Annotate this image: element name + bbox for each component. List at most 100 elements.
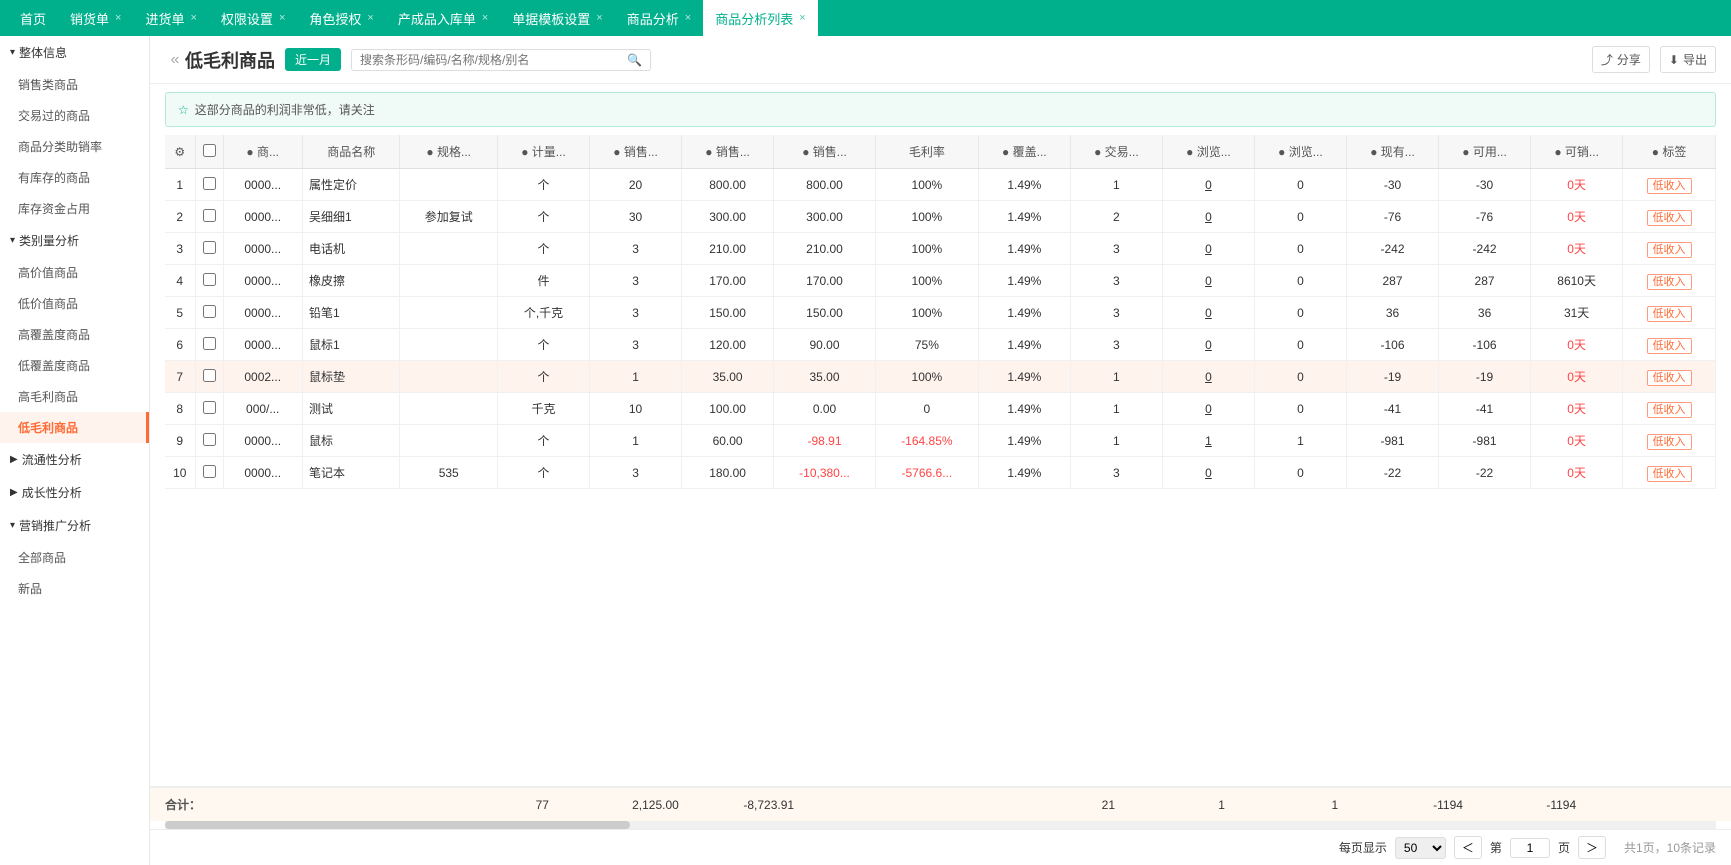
sidebar-item-sales-products[interactable]: 销售类商品 (0, 69, 149, 100)
search-input[interactable] (360, 53, 627, 67)
sidebar-item-low-value[interactable]: 低价值商品 (0, 288, 149, 319)
sidebar-item-category-rate[interactable]: 商品分类助销率 (0, 131, 149, 162)
sidebar-item-new-products[interactable]: 新品 (0, 573, 149, 604)
col-available[interactable]: ● 可用... (1439, 135, 1531, 169)
cell-price: 170.00 (682, 265, 774, 297)
scrollbar-thumb[interactable] (165, 821, 630, 829)
cell-trade[interactable]: 0 (1162, 169, 1254, 201)
nav-template-settings[interactable]: 单据模板设置 × (500, 0, 614, 36)
sidebar-group-category[interactable]: ▾ 类别量分析 (0, 224, 149, 257)
sidebar-item-high-coverage[interactable]: 高覆盖度商品 (0, 319, 149, 350)
row-checkbox[interactable] (203, 369, 216, 382)
nav-purchase-order[interactable]: 进货单 × (133, 0, 208, 36)
nav-permissions[interactable]: 权限设置 × (209, 0, 297, 36)
col-unit[interactable]: ● 计量... (497, 135, 589, 169)
cell-checkbox[interactable] (195, 169, 223, 201)
nav-product-entry[interactable]: 产成品入库单 × (386, 0, 500, 36)
row-checkbox[interactable] (203, 305, 216, 318)
cell-trade[interactable]: 0 (1162, 233, 1254, 265)
cell-sellable: 31天 (1531, 297, 1623, 329)
col-tag[interactable]: ● 标签 (1623, 135, 1716, 169)
col-sales[interactable]: ● 销售... (774, 135, 876, 169)
nav-sales-order[interactable]: 销货单 × (58, 0, 133, 36)
col-coverage[interactable]: ● 覆盖... (978, 135, 1070, 169)
col-settings[interactable]: ⚙ (165, 135, 195, 169)
col-price[interactable]: ● 销售... (682, 135, 774, 169)
col-spec[interactable]: ● 规格... (400, 135, 498, 169)
nav-home[interactable]: 首页 (8, 0, 58, 36)
nav-product-analysis-list-close[interactable]: × (799, 12, 805, 24)
horizontal-scrollbar[interactable] (165, 821, 1716, 829)
nav-product-analysis-list[interactable]: 商品分析列表 × (703, 0, 817, 36)
per-page-select[interactable]: 50 20 100 (1395, 837, 1446, 859)
nav-product-entry-close[interactable]: × (482, 12, 488, 24)
cell-checkbox[interactable] (195, 393, 223, 425)
prev-page-btn[interactable]: ＜ (1454, 836, 1482, 859)
cell-trade[interactable]: 0 (1162, 457, 1254, 489)
cell-checkbox[interactable] (195, 265, 223, 297)
sidebar-item-capital-usage[interactable]: 库存资金占用 (0, 193, 149, 224)
cell-checkbox[interactable] (195, 457, 223, 489)
nav-permissions-close[interactable]: × (279, 12, 285, 24)
cell-checkbox[interactable] (195, 297, 223, 329)
nav-role-auth-close[interactable]: × (367, 12, 373, 24)
cell-trade[interactable]: 1 (1162, 425, 1254, 457)
share-button[interactable]: ⤴ 分享 (1592, 46, 1650, 73)
sidebar-item-low-coverage[interactable]: 低覆盖度商品 (0, 350, 149, 381)
sidebar-group-growth[interactable]: ▶ 成长性分析 (0, 476, 149, 509)
col-code[interactable]: ● 商... (223, 135, 302, 169)
nav-product-analysis-close[interactable]: × (685, 12, 691, 24)
nav-sales-order-close[interactable]: × (115, 12, 121, 24)
nav-product-analysis[interactable]: 商品分析 × (615, 0, 703, 36)
sidebar-group-marketing[interactable]: ▾ 营销推广分析 (0, 509, 149, 542)
col-trade[interactable]: ● 交易... (1070, 135, 1162, 169)
col-browse2[interactable]: ● 浏览... (1254, 135, 1346, 169)
row-checkbox[interactable] (203, 401, 216, 414)
cell-trade[interactable]: 0 (1162, 201, 1254, 233)
row-checkbox[interactable] (203, 337, 216, 350)
row-checkbox[interactable] (203, 465, 216, 478)
cell-trade[interactable]: 0 (1162, 297, 1254, 329)
page-number-input[interactable] (1510, 838, 1550, 858)
cell-trade[interactable]: 0 (1162, 329, 1254, 361)
cell-trade[interactable]: 0 (1162, 265, 1254, 297)
cell-sales2: -164.85% (875, 425, 978, 457)
row-checkbox[interactable] (203, 209, 216, 222)
sidebar-item-all-products[interactable]: 全部商品 (0, 542, 149, 573)
sidebar-group-overall[interactable]: ▾ 整体信息 (0, 36, 149, 69)
cell-checkbox[interactable] (195, 329, 223, 361)
time-filter-button[interactable]: 近一月 (285, 48, 341, 71)
search-icon[interactable]: 🔍 (627, 53, 642, 67)
sidebar-item-low-profit[interactable]: 低毛利商品 (0, 412, 149, 443)
nav-role-auth[interactable]: 角色授权 × (297, 0, 385, 36)
col-name[interactable]: 商品名称 (302, 135, 400, 169)
export-button[interactable]: ⬇ 导出 (1660, 46, 1716, 73)
cell-trade[interactable]: 0 (1162, 361, 1254, 393)
next-page-btn[interactable]: ＞ (1578, 836, 1606, 859)
row-checkbox[interactable] (203, 241, 216, 254)
col-browse1[interactable]: ● 浏览... (1162, 135, 1254, 169)
cell-trade[interactable]: 0 (1162, 393, 1254, 425)
col-qty[interactable]: ● 销售... (590, 135, 682, 169)
row-checkbox[interactable] (203, 433, 216, 446)
row-checkbox[interactable] (203, 273, 216, 286)
cell-checkbox[interactable] (195, 425, 223, 457)
select-all-checkbox[interactable] (203, 144, 216, 157)
cell-checkbox[interactable] (195, 361, 223, 393)
cell-checkbox[interactable] (195, 233, 223, 265)
cell-checkbox[interactable] (195, 201, 223, 233)
col-current[interactable]: ● 现有... (1347, 135, 1439, 169)
sidebar-collapse-btn[interactable]: « (165, 51, 185, 69)
col-gross[interactable]: 毛利率 (875, 135, 978, 169)
sidebar-item-in-stock[interactable]: 有库存的商品 (0, 162, 149, 193)
nav-template-settings-close[interactable]: × (596, 12, 602, 24)
col-sellable[interactable]: ● 可销... (1531, 135, 1623, 169)
sidebar-item-high-value[interactable]: 高价值商品 (0, 257, 149, 288)
table-container[interactable]: ⚙ ● 商... 商品名称 ● 规格... ● 计量... ● 销售... ● … (150, 135, 1731, 786)
per-page-label: 每页显示 (1339, 839, 1387, 856)
sidebar-item-traded-products[interactable]: 交易过的商品 (0, 100, 149, 131)
sidebar-group-flow[interactable]: ▶ 流通性分析 (0, 443, 149, 476)
nav-purchase-order-close[interactable]: × (190, 12, 196, 24)
row-checkbox[interactable] (203, 177, 216, 190)
sidebar-item-high-profit[interactable]: 高毛利商品 (0, 381, 149, 412)
